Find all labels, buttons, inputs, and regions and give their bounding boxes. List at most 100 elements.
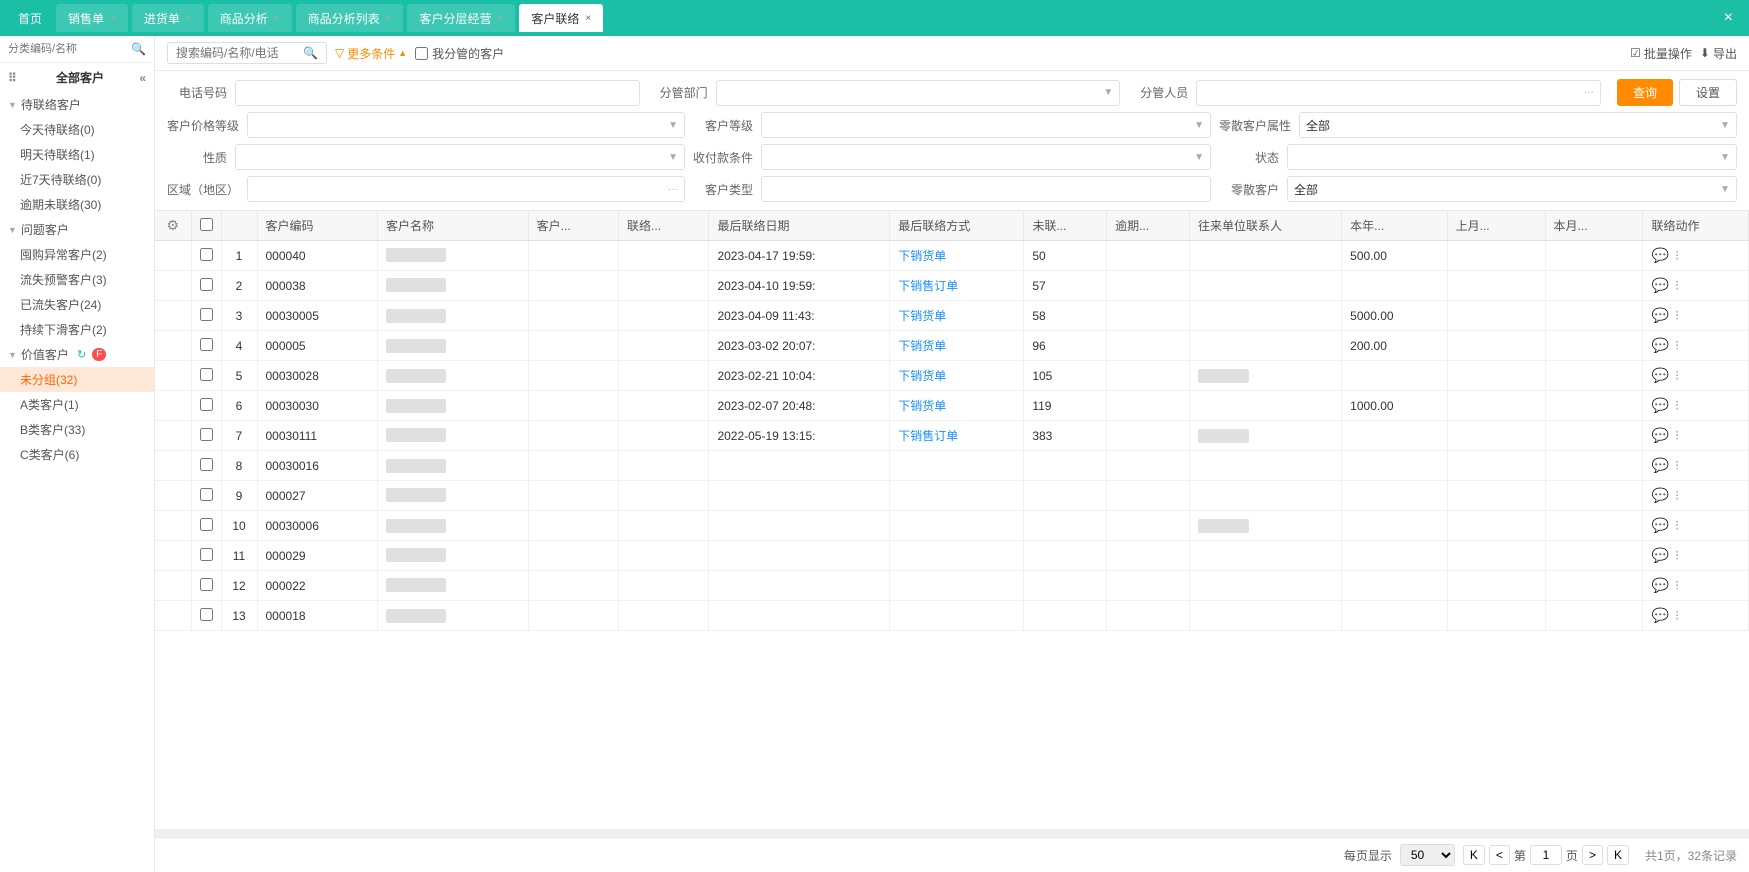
method-link[interactable]: 下销货单 bbox=[898, 249, 946, 263]
nav-tab-analysis-list[interactable]: 商品分析列表 × bbox=[296, 4, 404, 32]
year-amt-col-header[interactable]: 本年... bbox=[1342, 211, 1447, 241]
grid-action-icon[interactable]: ⁝ bbox=[1675, 517, 1679, 534]
customer-level-select[interactable]: ▼ bbox=[761, 112, 1211, 138]
reset-button[interactable]: 设置 bbox=[1679, 79, 1737, 106]
sidebar-group-pending[interactable]: ▼ 待联络客户 bbox=[0, 92, 154, 117]
chat-icon[interactable]: 💬 bbox=[1651, 577, 1668, 594]
grid-action-icon[interactable]: ⁝ bbox=[1675, 337, 1679, 354]
last-month-col-header[interactable]: 上月... bbox=[1447, 211, 1545, 241]
method-link[interactable]: 下销货单 bbox=[898, 309, 946, 323]
grid-action-icon[interactable]: ⁝ bbox=[1675, 577, 1679, 594]
grid-action-icon[interactable]: ⁝ bbox=[1675, 607, 1679, 624]
row-checkbox[interactable] bbox=[200, 458, 213, 471]
grid-action-icon[interactable]: ⁝ bbox=[1675, 547, 1679, 564]
last-page-btn[interactable]: K bbox=[1607, 845, 1629, 865]
row-checkbox[interactable] bbox=[200, 518, 213, 531]
grid-action-icon[interactable]: ⁝ bbox=[1675, 277, 1679, 294]
price-level-select[interactable]: ▼ bbox=[247, 112, 685, 138]
grid-action-icon[interactable]: ⁝ bbox=[1675, 247, 1679, 264]
row-checkbox[interactable] bbox=[200, 368, 213, 381]
last-date-col-header[interactable]: 最后联络日期 bbox=[709, 211, 890, 241]
nav-tab-customer-tier[interactable]: 客户分层经营 × bbox=[407, 4, 515, 32]
sidebar-item-abnormal[interactable]: 囤购异常客户(2) bbox=[0, 242, 154, 267]
filter-more-btn[interactable]: ▽ 更多条件 ▲ bbox=[335, 45, 407, 62]
my-customers-checkbox[interactable] bbox=[415, 47, 428, 60]
close-purchase-icon[interactable]: × bbox=[186, 13, 192, 24]
row-checkbox[interactable] bbox=[200, 248, 213, 261]
chat-icon[interactable]: 💬 bbox=[1651, 397, 1668, 414]
close-tier-icon[interactable]: × bbox=[497, 13, 503, 24]
grid-action-icon[interactable]: ⁝ bbox=[1675, 427, 1679, 444]
biz-contact-col-header[interactable]: 往来单位联系人 bbox=[1190, 211, 1342, 241]
close-all-icon[interactable]: × bbox=[1716, 9, 1741, 27]
grid-action-icon[interactable]: ⁝ bbox=[1675, 307, 1679, 324]
chat-icon[interactable]: 💬 bbox=[1651, 487, 1668, 504]
chat-icon[interactable]: 💬 bbox=[1651, 457, 1668, 474]
this-month-col-header[interactable]: 本月... bbox=[1545, 211, 1643, 241]
nav-tab-sales[interactable]: 销售单 × bbox=[56, 4, 128, 32]
page-input[interactable] bbox=[1530, 845, 1562, 865]
next-page-btn[interactable]: > bbox=[1582, 845, 1603, 865]
chat-icon[interactable]: 💬 bbox=[1651, 277, 1668, 294]
grid-action-icon[interactable]: ⁝ bbox=[1675, 397, 1679, 414]
chat-icon[interactable]: 💬 bbox=[1651, 547, 1668, 564]
nav-tab-purchase[interactable]: 进货单 × bbox=[132, 4, 204, 32]
nav-home[interactable]: 首页 bbox=[8, 10, 52, 27]
sidebar-item-today[interactable]: 今天待联络(0) bbox=[0, 117, 154, 142]
row-checkbox[interactable] bbox=[200, 548, 213, 561]
settings-col-header[interactable]: ⚙ bbox=[155, 211, 191, 241]
sidebar-item-classA[interactable]: A类客户(1) bbox=[0, 392, 154, 417]
sidebar-item-classB[interactable]: B类客户(33) bbox=[0, 417, 154, 442]
sidebar-item-ungroup[interactable]: 未分组(32) bbox=[0, 367, 154, 392]
customer-type-input[interactable] bbox=[761, 176, 1211, 202]
close-contact-icon[interactable]: × bbox=[585, 13, 591, 24]
per-page-select[interactable]: 50 100 200 bbox=[1400, 844, 1455, 866]
chat-icon[interactable]: 💬 bbox=[1651, 367, 1668, 384]
chat-icon[interactable]: 💬 bbox=[1651, 337, 1668, 354]
dept-select[interactable]: ▼ bbox=[716, 80, 1121, 106]
export-btn[interactable]: ⬇ 导出 bbox=[1700, 45, 1737, 62]
last-method-col-header[interactable]: 最后联络方式 bbox=[890, 211, 1024, 241]
sidebar-item-classC[interactable]: C类客户(6) bbox=[0, 442, 154, 467]
first-page-btn[interactable]: K bbox=[1463, 845, 1485, 865]
row-checkbox[interactable] bbox=[200, 488, 213, 501]
chat-icon[interactable]: 💬 bbox=[1651, 607, 1668, 624]
sidebar-item-7days[interactable]: 近7天待联络(0) bbox=[0, 167, 154, 192]
method-link[interactable]: 下销货单 bbox=[898, 369, 946, 383]
chat-icon[interactable]: 💬 bbox=[1651, 247, 1668, 264]
region-select[interactable]: ··· bbox=[247, 176, 685, 202]
code-col-header[interactable]: 客户编码 bbox=[257, 211, 378, 241]
filter-search-icon[interactable]: 🔍 bbox=[303, 46, 318, 60]
contact-col-header[interactable]: 联络... bbox=[619, 211, 709, 241]
phone-input[interactable] bbox=[235, 80, 640, 106]
filter-search-input[interactable] bbox=[176, 46, 299, 60]
grid-action-icon[interactable]: ⁝ bbox=[1675, 457, 1679, 474]
name-col-header[interactable]: 客户名称 bbox=[378, 211, 529, 241]
my-customers-filter[interactable]: 我分管的客户 bbox=[415, 45, 504, 62]
batch-operation-btn[interactable]: ☑ 批量操作 bbox=[1630, 45, 1692, 62]
nav-tab-analysis[interactable]: 商品分析 × bbox=[208, 4, 292, 32]
select-all-checkbox[interactable] bbox=[200, 218, 213, 231]
refresh-icon[interactable]: ↻ bbox=[77, 348, 86, 361]
grid-action-icon[interactable]: ⁝ bbox=[1675, 367, 1679, 384]
row-checkbox[interactable] bbox=[200, 608, 213, 621]
row-checkbox[interactable] bbox=[200, 398, 213, 411]
prev-page-btn[interactable]: < bbox=[1489, 845, 1510, 865]
row-checkbox[interactable] bbox=[200, 578, 213, 591]
overdue-col-header[interactable]: 逾期... bbox=[1107, 211, 1190, 241]
sidebar-item-overdue[interactable]: 逾期未联络(30) bbox=[0, 192, 154, 217]
row-checkbox[interactable] bbox=[200, 338, 213, 351]
sidebar-group-problem[interactable]: ▼ 问题客户 bbox=[0, 217, 154, 242]
method-link[interactable]: 下销售订单 bbox=[898, 429, 958, 443]
chat-icon[interactable]: 💬 bbox=[1651, 307, 1668, 324]
row-checkbox[interactable] bbox=[200, 308, 213, 321]
close-analysis-icon[interactable]: × bbox=[274, 13, 280, 24]
sidebar-item-churned[interactable]: 已流失客户(24) bbox=[0, 292, 154, 317]
horizontal-scrollbar[interactable] bbox=[155, 829, 1749, 837]
sidebar-item-tomorrow[interactable]: 明天待联络(1) bbox=[0, 142, 154, 167]
type-col-header[interactable]: 客户... bbox=[528, 211, 618, 241]
sidebar-group-value[interactable]: ▼ 价值客户 ↻ F bbox=[0, 342, 154, 367]
row-checkbox[interactable] bbox=[200, 278, 213, 291]
status-select[interactable]: ▼ bbox=[1287, 144, 1737, 170]
query-button[interactable]: 查询 bbox=[1617, 79, 1673, 106]
